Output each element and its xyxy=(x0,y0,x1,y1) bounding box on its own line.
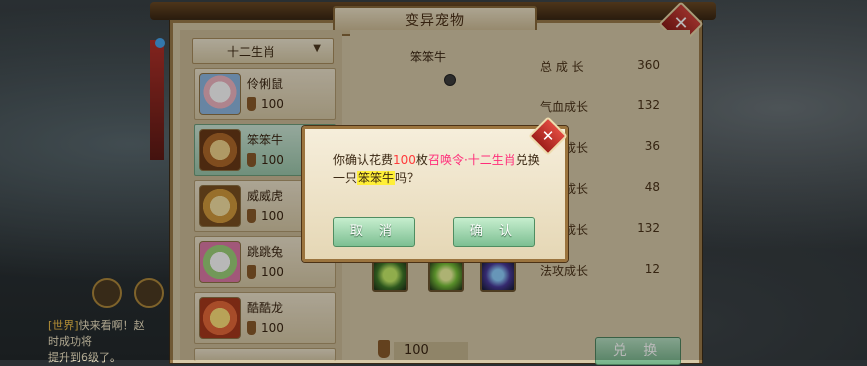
message-text: 一只 xyxy=(333,171,358,185)
message-text: 你确认花费 xyxy=(333,153,394,167)
cancel-button[interactable]: 取 消 xyxy=(333,217,415,247)
message-pet: 笨笨牛 xyxy=(357,171,396,185)
message-text: 兑换 xyxy=(515,153,540,167)
message-text: 吗？ xyxy=(395,171,420,185)
confirm-message: 你确认花费100枚召唤令·十二生肖兑换 一只笨笨牛吗？ xyxy=(333,151,548,187)
message-text: 枚 xyxy=(415,153,428,167)
message-cost: 100 xyxy=(393,153,416,167)
close-icon: ✕ xyxy=(541,127,555,145)
confirm-dialog: 你确认花费100枚召唤令·十二生肖兑换 一只笨笨牛吗？ 取 消 确 认 xyxy=(302,126,568,262)
confirm-button[interactable]: 确 认 xyxy=(453,217,535,247)
message-item: 召唤令·十二生肖 xyxy=(427,153,516,167)
